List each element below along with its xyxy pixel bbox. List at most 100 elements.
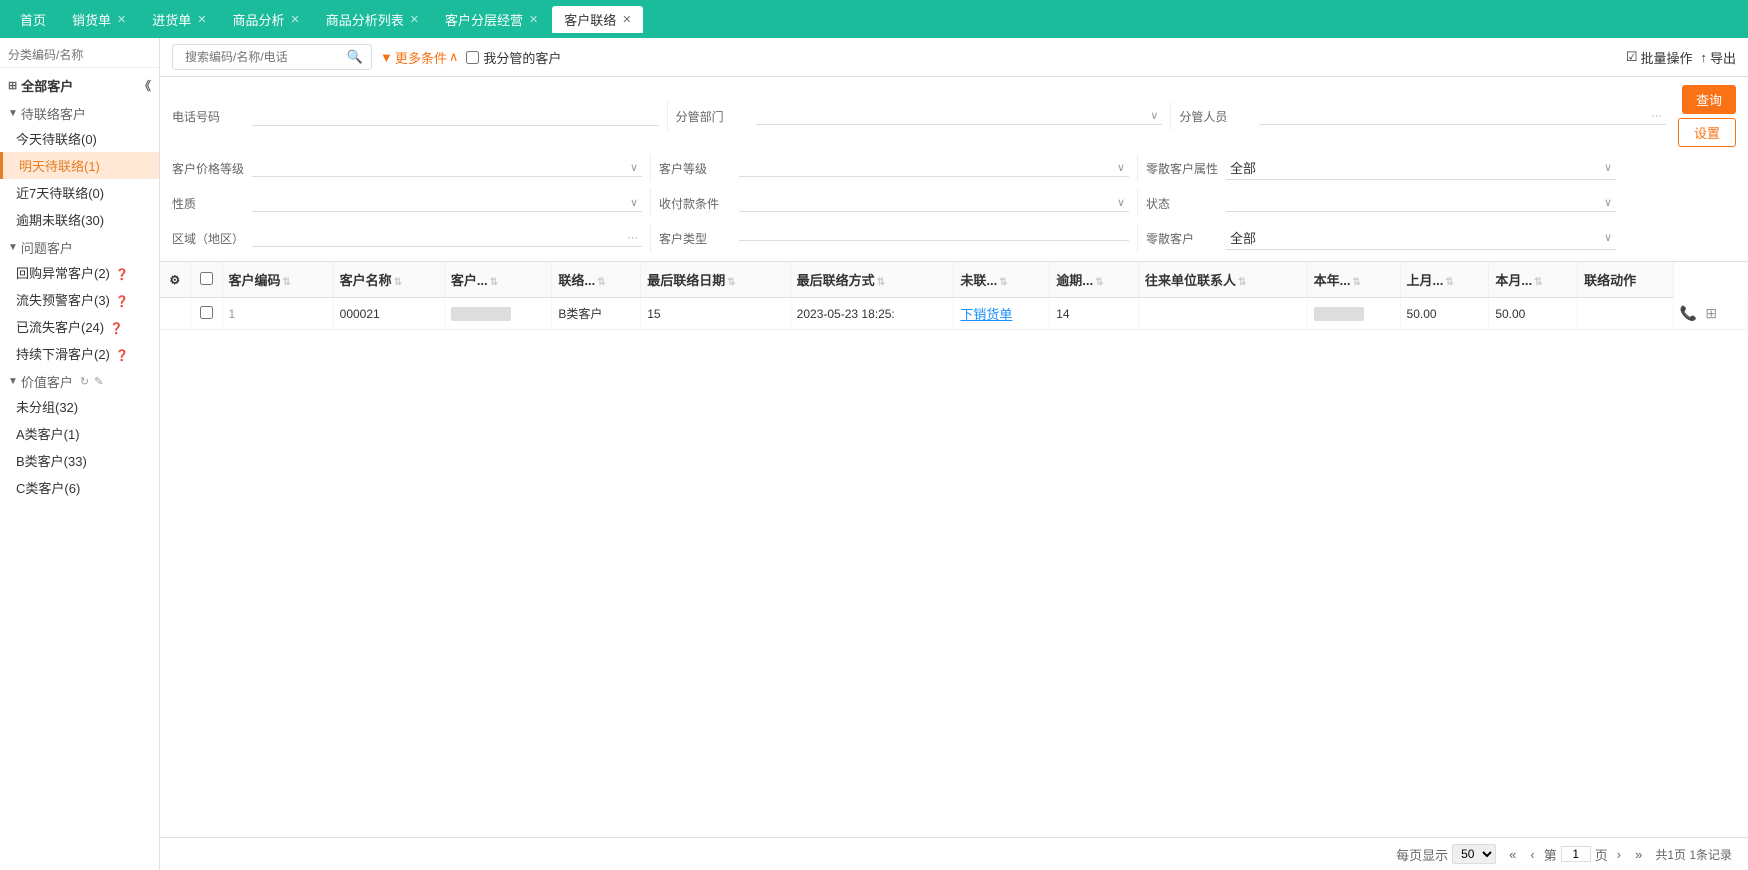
sidebar-item-today-contact[interactable]: 今天待联络(0) xyxy=(0,125,159,152)
close-icon[interactable]: ✕ xyxy=(622,13,631,26)
sort-icon[interactable]: ⇅ xyxy=(490,277,498,288)
sort-icon[interactable]: ⇅ xyxy=(1353,277,1361,288)
sort-icon[interactable]: ⇅ xyxy=(1445,277,1453,288)
batch-op-button[interactable]: ☑ 批量操作 xyxy=(1626,48,1693,67)
contact-person-blurred xyxy=(1314,307,1364,321)
nav-tab-purchase[interactable]: 进货单 ✕ xyxy=(140,6,218,33)
col-customer-type-short: 客户...⇅ xyxy=(444,262,552,298)
sidebar-item-c-class[interactable]: C类客户(6) xyxy=(0,474,159,501)
row-name-cell xyxy=(444,298,552,330)
set-button[interactable]: 设置 xyxy=(1678,118,1736,147)
sidebar-item-tomorrow-contact[interactable]: 明天待联络(1) xyxy=(0,152,159,179)
phone-input[interactable] xyxy=(252,107,659,126)
close-icon[interactable]: ✕ xyxy=(291,13,300,26)
sidebar-item-ungrouped[interactable]: 未分组(32) xyxy=(0,393,159,420)
page-number-input[interactable] xyxy=(1561,846,1591,862)
pager: « ‹ 第 页 › » xyxy=(1504,845,1647,864)
export-icon: ↑ xyxy=(1700,50,1707,65)
gender-select[interactable]: ∨ xyxy=(252,194,642,212)
sidebar-item-declining[interactable]: 持续下滑客户(2) ❓ xyxy=(0,340,159,367)
export-button[interactable]: ↑ 导出 xyxy=(1700,48,1736,67)
sort-icon[interactable]: ⇅ xyxy=(597,277,605,288)
last-method-link[interactable]: 下销货单 xyxy=(960,307,1012,322)
sidebar-item-churned[interactable]: 已流失客户(24) ❓ xyxy=(0,313,159,340)
filter-row-2: 客户价格等级 ∨ 客户等级 ∨ 零散客户属性 xyxy=(172,153,1736,183)
nav-tab-customer-contact[interactable]: 客户联络 ✕ xyxy=(552,6,643,33)
page-size-select[interactable]: 50 xyxy=(1452,844,1496,864)
sort-icon[interactable]: ⇅ xyxy=(1534,277,1542,288)
col-settings[interactable]: ⚙ xyxy=(160,262,190,298)
status-select[interactable]: ∨ xyxy=(1226,194,1616,212)
menu-action-icon[interactable]: ⊞ xyxy=(1705,305,1717,322)
retail-customer-select[interactable]: 全部 ∨ xyxy=(1226,226,1616,250)
nav-tab-customer-tier[interactable]: 客户分层经营 ✕ xyxy=(433,6,550,33)
divider xyxy=(650,154,651,182)
close-icon[interactable]: ✕ xyxy=(197,13,206,26)
retail-attr-select[interactable]: 全部 ∨ xyxy=(1226,156,1616,180)
region-select[interactable]: ··· xyxy=(252,230,642,247)
row-checkbox[interactable] xyxy=(200,306,213,319)
query-button[interactable]: 查询 xyxy=(1682,85,1736,114)
sidebar-item-a-class[interactable]: A类客户(1) xyxy=(0,420,159,447)
sort-icon[interactable]: ⇅ xyxy=(394,277,402,288)
sort-icon[interactable]: ⇅ xyxy=(877,277,885,288)
close-icon[interactable]: ✕ xyxy=(529,13,538,26)
sidebar-item-7day-contact[interactable]: 近7天待联络(0) xyxy=(0,179,159,206)
chevron-down-icon: ∨ xyxy=(630,196,638,209)
help-icon: ❓ xyxy=(115,350,129,362)
sidebar-item-b-class[interactable]: B类客户(33) xyxy=(0,447,159,474)
sort-icon[interactable]: ⇅ xyxy=(727,277,735,288)
manager-select[interactable]: ··· xyxy=(1259,108,1666,125)
sidebar-problem-group: ▼ 问题客户 xyxy=(0,233,159,259)
sort-icon[interactable]: ⇅ xyxy=(283,277,291,288)
value-level-select[interactable]: ∨ xyxy=(252,159,642,177)
dept-select[interactable]: ∨ xyxy=(756,107,1163,125)
sort-icon[interactable]: ⇅ xyxy=(1238,277,1246,288)
sidebar-item-overdue-contact[interactable]: 逾期未联络(30) xyxy=(0,206,159,233)
batch-icon: ☑ xyxy=(1626,49,1638,65)
collapse-icon[interactable]: 《 xyxy=(139,77,151,94)
sidebar-item-repurchase-anomaly[interactable]: 回购异常客户(2) ❓ xyxy=(0,259,159,286)
last-page-button[interactable]: » xyxy=(1630,845,1647,864)
main-search-input[interactable] xyxy=(181,48,347,66)
payment-select[interactable]: ∨ xyxy=(739,194,1129,212)
select-all-checkbox[interactable] xyxy=(200,272,213,285)
row-contact-count-cell: 15 xyxy=(641,298,790,330)
search-icon[interactable]: 🔍 xyxy=(347,49,363,65)
customer-type-select[interactable] xyxy=(739,236,1129,241)
refresh-icon[interactable]: ↻ xyxy=(80,375,89,388)
filter-cell-customer-level: 客户等级 ∨ xyxy=(659,156,1129,180)
ellipsis-icon: ··· xyxy=(1651,110,1662,122)
chevron-up-icon: ∧ xyxy=(449,49,459,65)
phone-action-icon[interactable]: 📞 xyxy=(1680,305,1697,322)
divider xyxy=(650,189,651,217)
value-level-label: 客户价格等级 xyxy=(172,160,252,177)
nav-home[interactable]: 首页 xyxy=(8,6,58,33)
nav-tab-product-analysis[interactable]: 商品分析 ✕ xyxy=(220,6,311,33)
customer-level-select[interactable]: ∨ xyxy=(739,159,1129,177)
chevron-down-icon: ∨ xyxy=(1117,161,1125,174)
edit-icon[interactable]: ✎ xyxy=(94,375,103,388)
sidebar-search-input[interactable] xyxy=(8,48,160,62)
sidebar-item-churn-warning[interactable]: 流失预警客户(3) ❓ xyxy=(0,286,159,313)
page-size-wrap: 每页显示 50 xyxy=(1396,844,1496,864)
sidebar: 🔍 ⊞ 全部客户 《 ▼ 待联络客户 今天待联络(0) 明天待联络(1) 近7天… xyxy=(0,38,160,870)
sidebar-all-customers[interactable]: ⊞ 全部客户 《 xyxy=(0,68,159,99)
nav-tab-sales[interactable]: 销货单 ✕ xyxy=(60,6,138,33)
sort-icon[interactable]: ⇅ xyxy=(1095,277,1103,288)
col-contact-person: 往来单位联系人⇅ xyxy=(1139,262,1308,298)
more-conditions-button[interactable]: ▼ 更多条件 ∧ xyxy=(380,48,458,67)
first-page-button[interactable]: « xyxy=(1504,845,1521,864)
sort-icon[interactable]: ⇅ xyxy=(999,277,1007,288)
close-icon[interactable]: ✕ xyxy=(117,13,126,26)
chevron-down-icon: ∨ xyxy=(1604,231,1612,244)
next-page-button[interactable]: › xyxy=(1612,845,1626,864)
divider xyxy=(1137,154,1138,182)
close-icon[interactable]: ✕ xyxy=(410,13,419,26)
prev-page-button[interactable]: ‹ xyxy=(1525,845,1539,864)
filter-actions: 查询 设置 xyxy=(1674,85,1736,147)
sidebar-value-group: ▼ 价值客户 ↻ ✎ xyxy=(0,367,159,393)
top-navigation: 首页 销货单 ✕ 进货单 ✕ 商品分析 ✕ 商品分析列表 ✕ 客户分层经营 ✕ … xyxy=(0,0,1748,38)
my-customers-checkbox[interactable] xyxy=(466,51,479,64)
nav-tab-product-analysis-list[interactable]: 商品分析列表 ✕ xyxy=(314,6,431,33)
